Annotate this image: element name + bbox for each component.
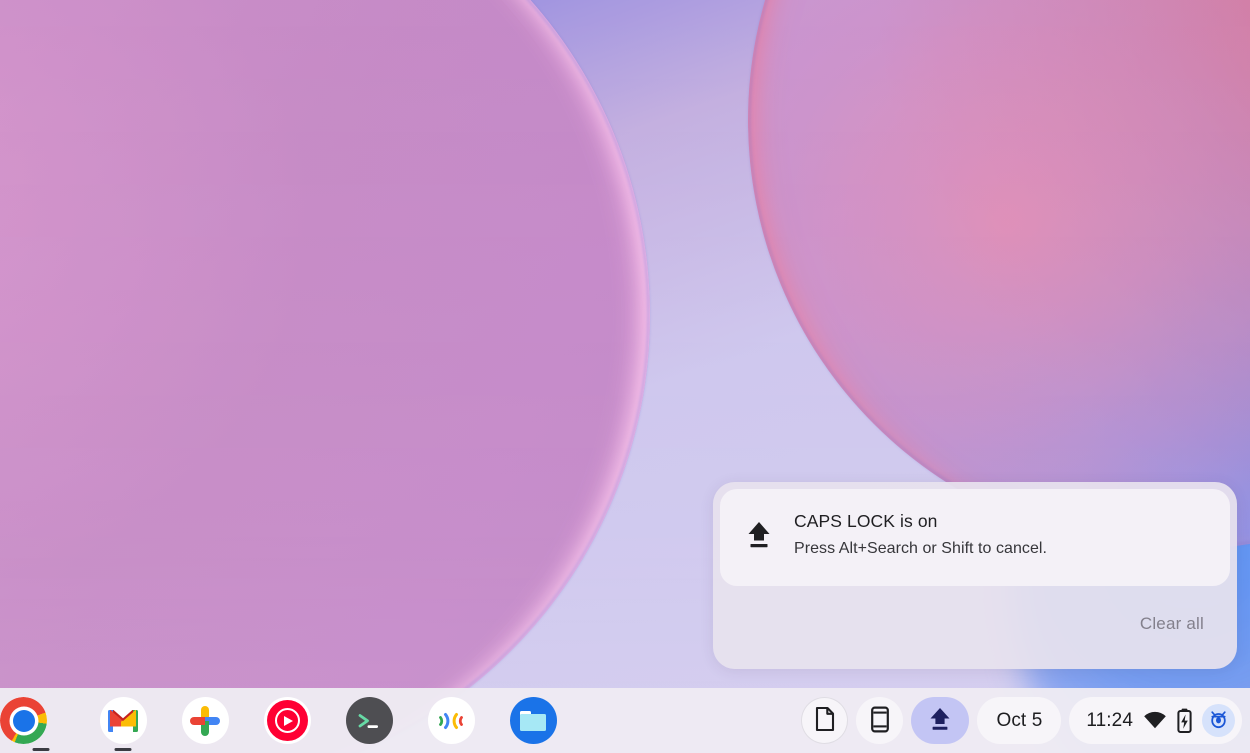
battery-icon[interactable] <box>1177 708 1192 733</box>
caps-lock-arrow-icon <box>928 705 952 736</box>
wallpaper-left-circle-rim <box>0 0 650 753</box>
files-folder-icon <box>510 697 557 744</box>
chrome-icon <box>0 697 47 744</box>
wifi-icon[interactable] <box>1143 711 1167 730</box>
notification-footer: Clear all <box>720 586 1230 662</box>
notification-center: CAPS LOCK is on Press Alt+Search or Shif… <box>713 482 1237 669</box>
shelf: Google Chrome Gmail Google Photos <box>0 688 1250 753</box>
running-indicator <box>33 748 50 751</box>
notification-title: CAPS LOCK is on <box>794 510 1212 533</box>
caps-lock-arrow-icon <box>746 518 772 552</box>
running-indicator <box>115 748 132 751</box>
notification-body: Press Alt+Search or Shift to cancel. <box>794 537 1212 561</box>
wallpaper-right-circle-rim <box>748 0 1250 550</box>
shelf-app-chrome[interactable]: Google Chrome <box>0 688 82 753</box>
notification-text: CAPS LOCK is on Press Alt+Search or Shif… <box>794 509 1212 561</box>
shelf-app-assistant[interactable]: Google Assistant <box>410 688 492 753</box>
terminal-icon <box>346 697 393 744</box>
calendar-date-button[interactable]: Oct 5 <box>977 697 1061 744</box>
debug-bug-icon[interactable] <box>1202 704 1235 737</box>
shelf-app-terminal[interactable]: Terminal <box>328 688 410 753</box>
assistant-arcs-icon <box>428 697 475 744</box>
phone-hub-button[interactable]: Phone Hub <box>856 697 903 744</box>
clock-text: 11:24 <box>1086 710 1133 732</box>
shelf-app-youtube-music[interactable]: YouTube Music <box>246 688 328 753</box>
phone-icon <box>870 706 890 736</box>
shelf-app-list: Google Chrome Gmail Google Photos <box>0 688 574 753</box>
youtube-music-icon <box>264 697 311 744</box>
notification-item[interactable]: CAPS LOCK is on Press Alt+Search or Shif… <box>720 489 1230 586</box>
chromeos-desktop: CAPS LOCK is on Press Alt+Search or Shif… <box>0 0 1250 753</box>
holding-space-button[interactable]: Tote <box>801 697 848 744</box>
caps-lock-indicator-button[interactable]: Caps lock is on <box>911 697 969 744</box>
shelf-app-gmail[interactable]: Gmail <box>82 688 164 753</box>
shelf-app-files[interactable]: Files <box>492 688 574 753</box>
gmail-icon <box>100 697 147 744</box>
photos-icon <box>182 697 229 744</box>
system-tray[interactable]: 11:24 <box>1069 697 1242 744</box>
clear-all-button[interactable]: Clear all <box>1136 608 1208 640</box>
status-area: Tote Phone Hub <box>801 688 1242 753</box>
shelf-app-photos[interactable]: Google Photos <box>164 688 246 753</box>
document-icon <box>814 706 836 735</box>
date-text: Oct 5 <box>996 710 1042 732</box>
